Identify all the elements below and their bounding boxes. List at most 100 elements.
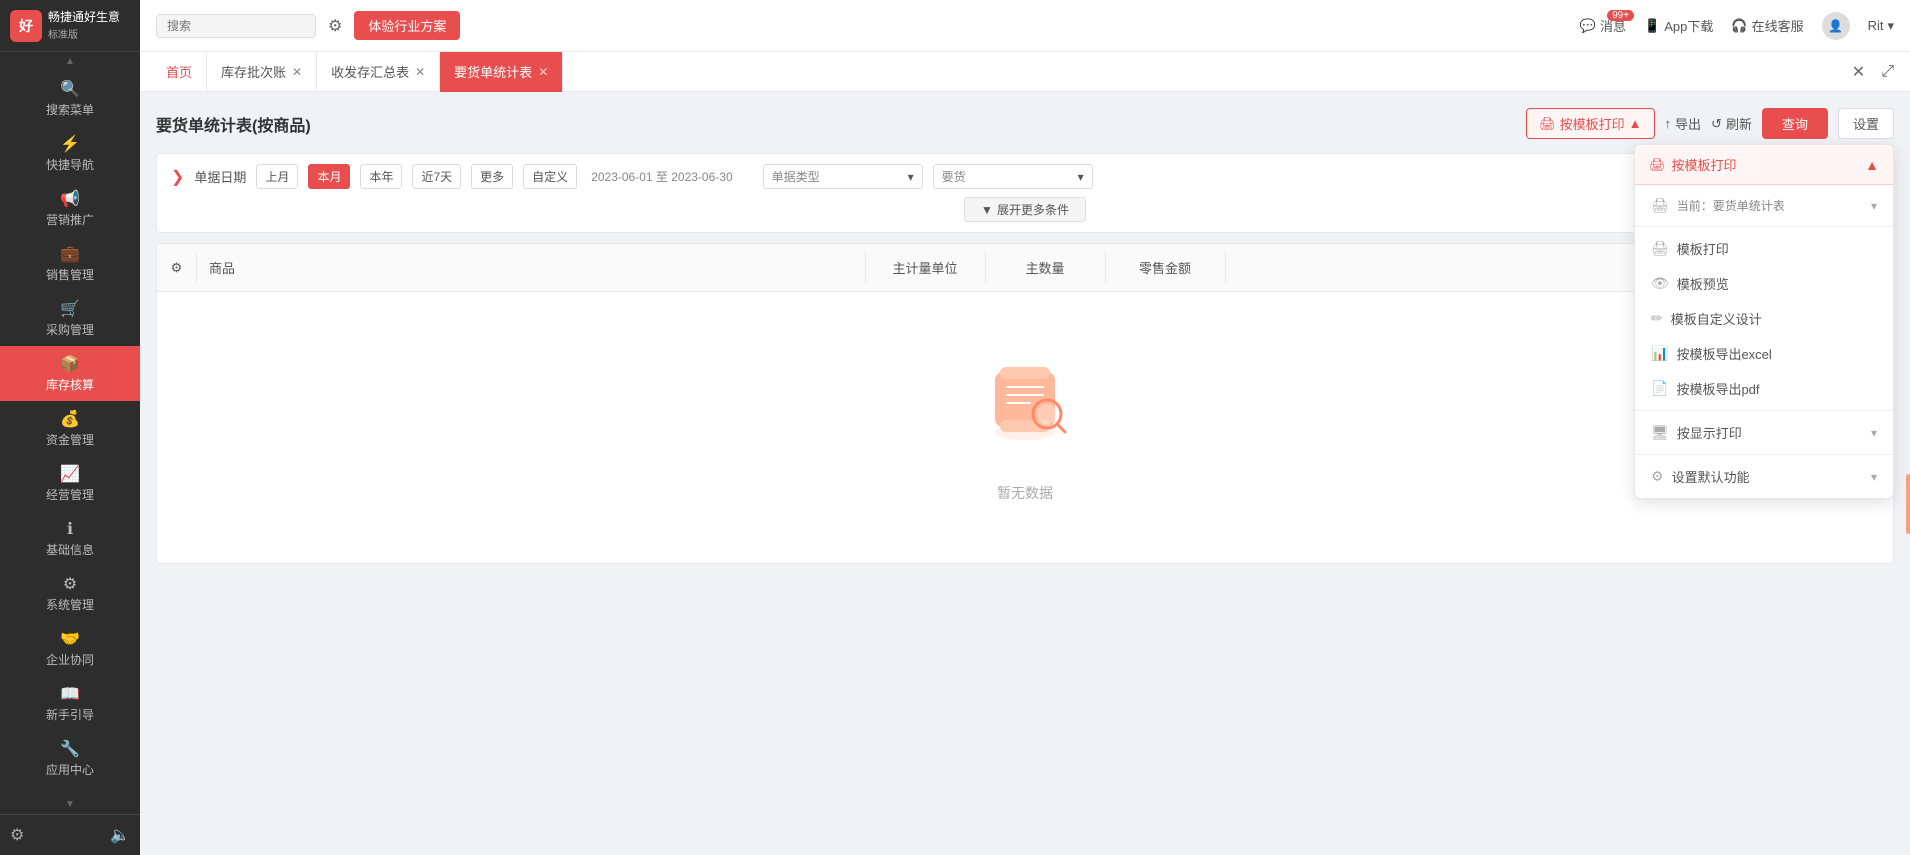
dropdown-current-item[interactable]: 🖨 当前：要货单统计表 ▾	[1635, 189, 1893, 222]
dropdown-export-pdf[interactable]: 📄 按模板导出pdf	[1635, 371, 1893, 406]
refresh-icon: ↺	[1711, 116, 1722, 132]
tab-summary-close[interactable]: ✕	[415, 65, 425, 79]
sidebar-item-apps[interactable]: 🔧 应用中心	[0, 731, 140, 786]
sidebar-item-label: 搜索菜单	[46, 101, 94, 118]
sidebar-item-label: 基础信息	[46, 541, 94, 558]
sidebar-item-search[interactable]: 🔍 搜索菜单	[0, 71, 140, 126]
phone-icon: 📱	[1644, 18, 1660, 34]
display-icon: 🖥	[1651, 424, 1669, 441]
sidebar-item-label: 销售管理	[46, 266, 94, 283]
empty-state: 暂无数据	[157, 292, 1893, 563]
dropdown-arrow-icon: ▾	[1887, 18, 1894, 34]
dropdown-set-default[interactable]: ⚙ 设置默认功能 ▾	[1635, 459, 1893, 494]
info-icon: ℹ	[67, 519, 73, 539]
filter-expand-icon[interactable]: ❯	[171, 167, 184, 187]
dropdown-printer-icon: 🖨	[1649, 157, 1666, 173]
table-header: ⚙ 商品 主计量单位 主数量 零售金额	[157, 244, 1893, 292]
dropdown-title: 🖨 按模板打印	[1649, 155, 1737, 174]
footer-settings-icon[interactable]: ⚙	[10, 825, 24, 845]
scroll-down[interactable]: ▼	[0, 795, 140, 814]
tab-home[interactable]: 首页	[152, 52, 207, 92]
th-qty: 主数量	[986, 252, 1106, 283]
tab-close-all-btn[interactable]: ✕	[1848, 58, 1869, 86]
sidebar-item-finance[interactable]: 💰 资金管理	[0, 401, 140, 456]
topbar-right: 💬 消息 99+ 📱 App下载 🎧 在线客服 👤 Rit ▾	[1580, 12, 1894, 40]
tab-inventory-batch[interactable]: 库存批次账 ✕	[207, 52, 317, 92]
filter-row: ❯ 单据日期 上月 本月 本年 近7天 更多 自定义 2023-06-01 至 …	[171, 164, 1879, 189]
user-avatar[interactable]: 👤	[1822, 12, 1850, 40]
tab-yh-stats[interactable]: 要货单统计表 ✕	[440, 52, 563, 92]
sidebar-item-management[interactable]: 📈 经营管理	[0, 456, 140, 511]
date-btn-last-month[interactable]: 上月	[256, 164, 298, 189]
sidebar-item-quicknav[interactable]: ⚡ 快捷导航	[0, 126, 140, 181]
scroll-up[interactable]: ▲	[0, 52, 140, 71]
dropdown-close-btn[interactable]: ▲	[1865, 157, 1879, 173]
dropdown-template-print[interactable]: 🖨 模板打印	[1635, 231, 1893, 266]
tab-summary[interactable]: 收发存汇总表 ✕	[317, 52, 440, 92]
sidebar-item-sales[interactable]: 💼 销售管理	[0, 236, 140, 291]
th-settings[interactable]: ⚙	[157, 254, 197, 282]
date-range-text: 2023-06-01 至 2023-06-30	[591, 168, 732, 185]
th-amount: 零售金额	[1106, 252, 1226, 283]
dropdown-current-section: 🖨 当前：要货单统计表 ▾	[1635, 185, 1893, 227]
avatar: 👤	[1822, 12, 1850, 40]
sidebar-item-basic-info[interactable]: ℹ 基础信息	[0, 511, 140, 566]
logo-text-block: 畅捷通好生意 标准版	[48, 10, 120, 41]
sidebar-item-label: 企业协同	[46, 651, 94, 668]
tab-inventory-batch-close[interactable]: ✕	[292, 65, 302, 79]
app-download-btn[interactable]: 📱 App下载	[1644, 16, 1713, 35]
date-btn-custom[interactable]: 自定义	[523, 164, 577, 189]
current-arrow-icon: ▾	[1871, 199, 1877, 213]
sidebar-item-label: 新手引导	[46, 706, 94, 723]
template-print-button[interactable]: 🖨 按模板打印 ▲	[1526, 108, 1654, 139]
dropdown-export-excel[interactable]: 📊 按模板导出excel	[1635, 336, 1893, 371]
trial-button[interactable]: 体验行业方案	[354, 11, 460, 40]
dropdown-display-print[interactable]: 🖥 按显示打印 ▾	[1635, 415, 1893, 450]
sidebar-logo: 好 畅捷通好生意 标准版	[0, 0, 140, 52]
refresh-button[interactable]: ↺ 刷新	[1711, 114, 1752, 133]
date-btn-more[interactable]: 更多	[471, 164, 513, 189]
sidebar-item-system[interactable]: ⚙ 系统管理	[0, 566, 140, 621]
online-service-btn[interactable]: 🎧 在线客服	[1731, 16, 1803, 35]
yh-value	[994, 168, 1054, 185]
tab-maximize-btn[interactable]: ⤢	[1877, 59, 1898, 85]
sidebar-item-collab[interactable]: 🤝 企业协同	[0, 621, 140, 676]
empty-illustration	[975, 352, 1075, 471]
search-input[interactable]	[156, 14, 316, 38]
sidebar-item-wechat[interactable]: 💬 企业微信	[0, 786, 140, 795]
default-arrow-icon: ▾	[1871, 470, 1877, 484]
date-btn-7days[interactable]: 近7天	[412, 164, 461, 189]
sidebar-item-marketing[interactable]: 📢 营销推广	[0, 181, 140, 236]
expand-btn[interactable]: ▼ 展开更多条件	[964, 197, 1086, 222]
topbar: ⚙ 体验行业方案 💬 消息 99+ 📱 App下载 🎧 在线客服 👤 Rit ▾	[140, 0, 1910, 52]
export-button[interactable]: ↑ 导出	[1665, 114, 1702, 133]
settings-button[interactable]: 设置	[1838, 108, 1894, 139]
footer-audio-icon[interactable]: 🔈	[110, 825, 130, 845]
search-icon: 🔍	[60, 79, 80, 99]
messages-btn[interactable]: 💬 消息 99+	[1580, 16, 1626, 35]
select-chevron-icon: ▾	[908, 170, 914, 184]
dropdown-template-preview[interactable]: 👁 模板预览	[1635, 266, 1893, 301]
preview-icon: 👁	[1651, 275, 1669, 292]
tab-yh-stats-close[interactable]: ✕	[538, 65, 548, 79]
yh-filter-select[interactable]: 要货 ▾	[933, 164, 1093, 189]
query-button[interactable]: 查询	[1762, 108, 1828, 139]
username-area[interactable]: Rit ▾	[1868, 18, 1894, 34]
username: Rit	[1868, 18, 1884, 33]
sidebar-item-guide[interactable]: 📖 新手引导	[0, 676, 140, 731]
date-btn-this-year[interactable]: 本年	[360, 164, 402, 189]
type-filter-select[interactable]: 单据类型 ▾	[763, 164, 923, 189]
dropdown-default-section: ⚙ 设置默认功能 ▾	[1635, 455, 1893, 498]
quicknav-icon: ⚡	[60, 134, 80, 154]
dropdown-custom-design[interactable]: ✏ 模板自定义设计	[1635, 301, 1893, 336]
empty-text: 暂无数据	[997, 483, 1053, 503]
current-doc-icon: 🖨	[1651, 197, 1669, 214]
system-icon: ⚙	[63, 574, 77, 594]
message-icon: 💬	[1580, 18, 1596, 34]
sidebar-item-purchase[interactable]: 🛒 采购管理	[0, 291, 140, 346]
sidebar-nav: 🔍 搜索菜单 ⚡ 快捷导航 📢 营销推广 💼 销售管理 🛒 采购管理 📦 库存核…	[0, 71, 140, 795]
scroll-indicator[interactable]	[1906, 474, 1910, 534]
date-btn-this-month[interactable]: 本月	[308, 164, 350, 189]
topbar-settings-icon[interactable]: ⚙	[328, 16, 342, 36]
sidebar-item-inventory[interactable]: 📦 库存核算	[0, 346, 140, 401]
